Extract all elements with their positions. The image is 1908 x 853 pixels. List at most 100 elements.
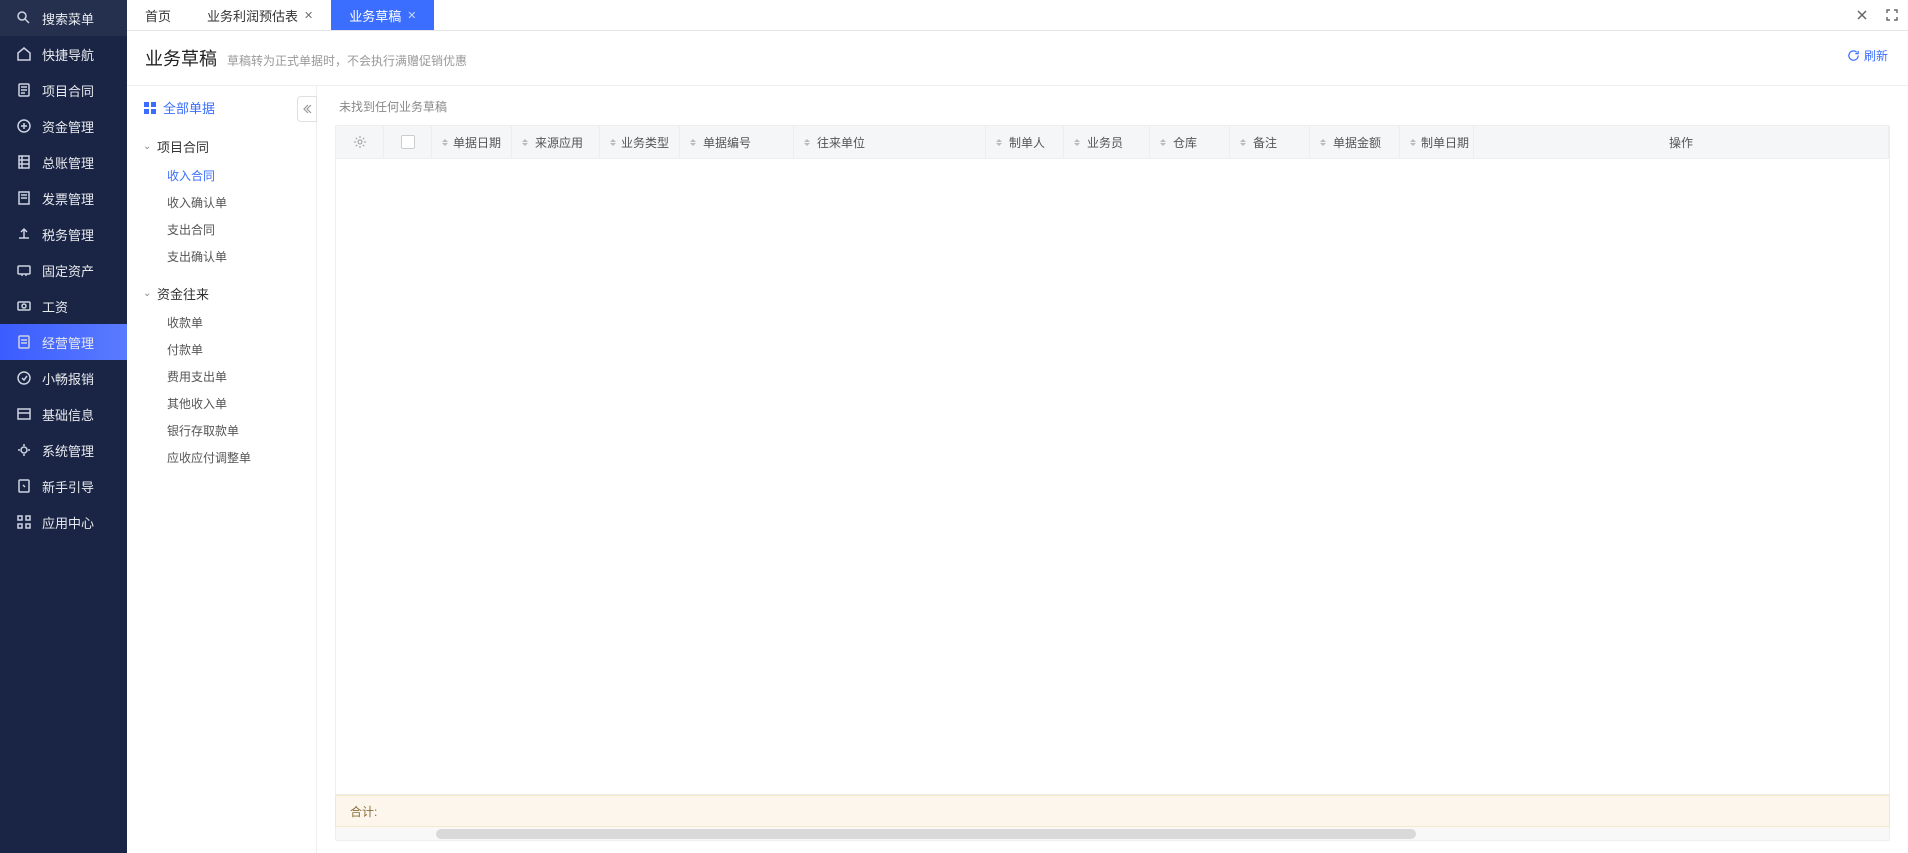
sidebar-item-contract[interactable]: 项目合同	[0, 72, 127, 108]
tree-item-应收应付调整单[interactable]: 应收应付调整单	[127, 444, 316, 471]
panel-collapse-button[interactable]	[297, 96, 317, 122]
col-salesperson[interactable]: 业务员	[1064, 126, 1150, 158]
search-icon	[16, 10, 32, 26]
fund-icon	[16, 118, 32, 134]
column-settings-button[interactable]	[336, 126, 384, 158]
sidebar-item-operate[interactable]: 经营管理	[0, 324, 127, 360]
sidebar-item-system[interactable]: 系统管理	[0, 432, 127, 468]
sidebar-item-label: 固定资产	[42, 261, 94, 280]
sidebar-item-apps[interactable]: 应用中心	[0, 504, 127, 540]
tab-业务利润预估表[interactable]: 业务利润预估表 ✕	[189, 0, 331, 30]
guide-icon	[16, 478, 32, 494]
asset-icon	[16, 262, 32, 278]
col-doc-date[interactable]: 单据日期	[432, 126, 512, 158]
sidebar-item-label: 税务管理	[42, 225, 94, 244]
sidebar-item-label: 总账管理	[42, 153, 94, 172]
col-amount[interactable]: 单据金额	[1310, 126, 1400, 158]
col-make-date[interactable]: 制单日期	[1400, 126, 1474, 158]
tree-item-收入确认单[interactable]: 收入确认单	[127, 189, 316, 216]
tax-icon	[16, 226, 32, 242]
sidebar-item-fund[interactable]: 资金管理	[0, 108, 127, 144]
reimburse-icon	[16, 370, 32, 386]
tree-item-支出确认单[interactable]: 支出确认单	[127, 243, 316, 270]
col-source-app[interactable]: 来源应用	[512, 126, 600, 158]
col-party[interactable]: 往来单位	[794, 126, 986, 158]
gear-icon	[353, 135, 367, 149]
sidebar-item-home[interactable]: 快捷导航	[0, 36, 127, 72]
table-area: 未找到任何业务草稿 单据日期 来源应用 业务类型 单据编号 往来单位 制单人 业…	[317, 86, 1908, 853]
salary-icon	[16, 298, 32, 314]
tab-首页[interactable]: 首页	[127, 0, 189, 30]
tree-group-资金往来[interactable]: ⌄资金往来	[127, 278, 316, 309]
sidebar-item-reimburse[interactable]: 小畅报销	[0, 360, 127, 396]
home-icon	[16, 46, 32, 62]
contract-icon	[16, 82, 32, 98]
grid-icon	[143, 101, 157, 115]
fullscreen-button[interactable]	[1882, 5, 1902, 25]
tree-item-付款单[interactable]: 付款单	[127, 336, 316, 363]
sidebar-item-label: 新手引导	[42, 477, 94, 496]
page-title: 业务草稿	[145, 45, 217, 71]
sidebar-item-salary[interactable]: 工资	[0, 288, 127, 324]
tree-item-收款单[interactable]: 收款单	[127, 309, 316, 336]
col-action: 操作	[1474, 126, 1889, 158]
panel-all-docs[interactable]: 全部单据	[127, 98, 316, 127]
tabs-close-all-button[interactable]	[1852, 5, 1872, 25]
tab-label: 业务草稿	[349, 6, 401, 25]
refresh-button[interactable]: 刷新	[1847, 47, 1888, 64]
tab-bar: 首页 业务利润预估表 ✕ 业务草稿 ✕	[127, 0, 1908, 31]
sidebar-item-label: 基础信息	[42, 405, 94, 424]
sidebar-item-label: 搜索菜单	[42, 9, 94, 28]
invoice-icon	[16, 190, 32, 206]
tab-label: 首页	[145, 6, 171, 25]
tab-label: 业务利润预估表	[207, 6, 298, 25]
page-subtitle: 草稿转为正式单据时，不会执行满赠促销优惠	[227, 52, 467, 69]
chevron-down-icon: ⌄	[143, 141, 153, 152]
sidebar-item-label: 系统管理	[42, 441, 94, 460]
empty-message: 未找到任何业务草稿	[335, 98, 1890, 125]
sidebar-item-guide[interactable]: 新手引导	[0, 468, 127, 504]
sidebar-item-label: 资金管理	[42, 117, 94, 136]
tree-item-支出合同[interactable]: 支出合同	[127, 216, 316, 243]
main-sidebar: 搜索菜单快捷导航项目合同资金管理总账管理发票管理税务管理固定资产工资经营管理小畅…	[0, 0, 127, 853]
sidebar-item-invoice[interactable]: 发票管理	[0, 180, 127, 216]
operate-icon	[16, 334, 32, 350]
tree-item-银行存取款单[interactable]: 银行存取款单	[127, 417, 316, 444]
sidebar-item-label: 应用中心	[42, 513, 94, 532]
tab-业务草稿[interactable]: 业务草稿 ✕	[331, 0, 434, 30]
ledger-icon	[16, 154, 32, 170]
sidebar-item-label: 小畅报销	[42, 369, 94, 388]
table-header: 单据日期 来源应用 业务类型 单据编号 往来单位 制单人 业务员 仓库 备注 单…	[335, 125, 1890, 159]
tab-close-icon[interactable]: ✕	[304, 9, 313, 22]
col-doc-number[interactable]: 单据编号	[680, 126, 794, 158]
sidebar-item-label: 项目合同	[42, 81, 94, 100]
sidebar-item-base[interactable]: 基础信息	[0, 396, 127, 432]
chevron-left-icon	[302, 104, 312, 114]
tree-item-费用支出单[interactable]: 费用支出单	[127, 363, 316, 390]
apps-icon	[16, 514, 32, 530]
category-panel: 全部单据 ⌄项目合同收入合同收入确认单支出合同支出确认单 ⌄资金往来收款单付款单费…	[127, 86, 317, 853]
sidebar-item-search[interactable]: 搜索菜单	[0, 0, 127, 36]
system-icon	[16, 442, 32, 458]
sidebar-item-label: 工资	[42, 297, 68, 316]
col-maker[interactable]: 制单人	[986, 126, 1064, 158]
col-warehouse[interactable]: 仓库	[1150, 126, 1230, 158]
horizontal-scrollbar[interactable]	[335, 827, 1890, 841]
select-all-checkbox[interactable]	[384, 126, 432, 158]
sidebar-item-ledger[interactable]: 总账管理	[0, 144, 127, 180]
tree-item-收入合同[interactable]: 收入合同	[127, 162, 316, 189]
table-footer: 合计:	[335, 795, 1890, 827]
sidebar-item-asset[interactable]: 固定资产	[0, 252, 127, 288]
col-note[interactable]: 备注	[1230, 126, 1310, 158]
col-biz-type[interactable]: 业务类型	[600, 126, 680, 158]
sidebar-item-tax[interactable]: 税务管理	[0, 216, 127, 252]
tab-close-icon[interactable]: ✕	[407, 9, 416, 22]
chevron-down-icon: ⌄	[143, 288, 153, 299]
refresh-icon	[1847, 49, 1860, 62]
tree-item-其他收入单[interactable]: 其他收入单	[127, 390, 316, 417]
table-body	[335, 159, 1890, 795]
sidebar-item-label: 经营管理	[42, 333, 94, 352]
sidebar-item-label: 发票管理	[42, 189, 94, 208]
page-header: 业务草稿 草稿转为正式单据时，不会执行满赠促销优惠 刷新	[127, 31, 1908, 86]
tree-group-项目合同[interactable]: ⌄项目合同	[127, 131, 316, 162]
